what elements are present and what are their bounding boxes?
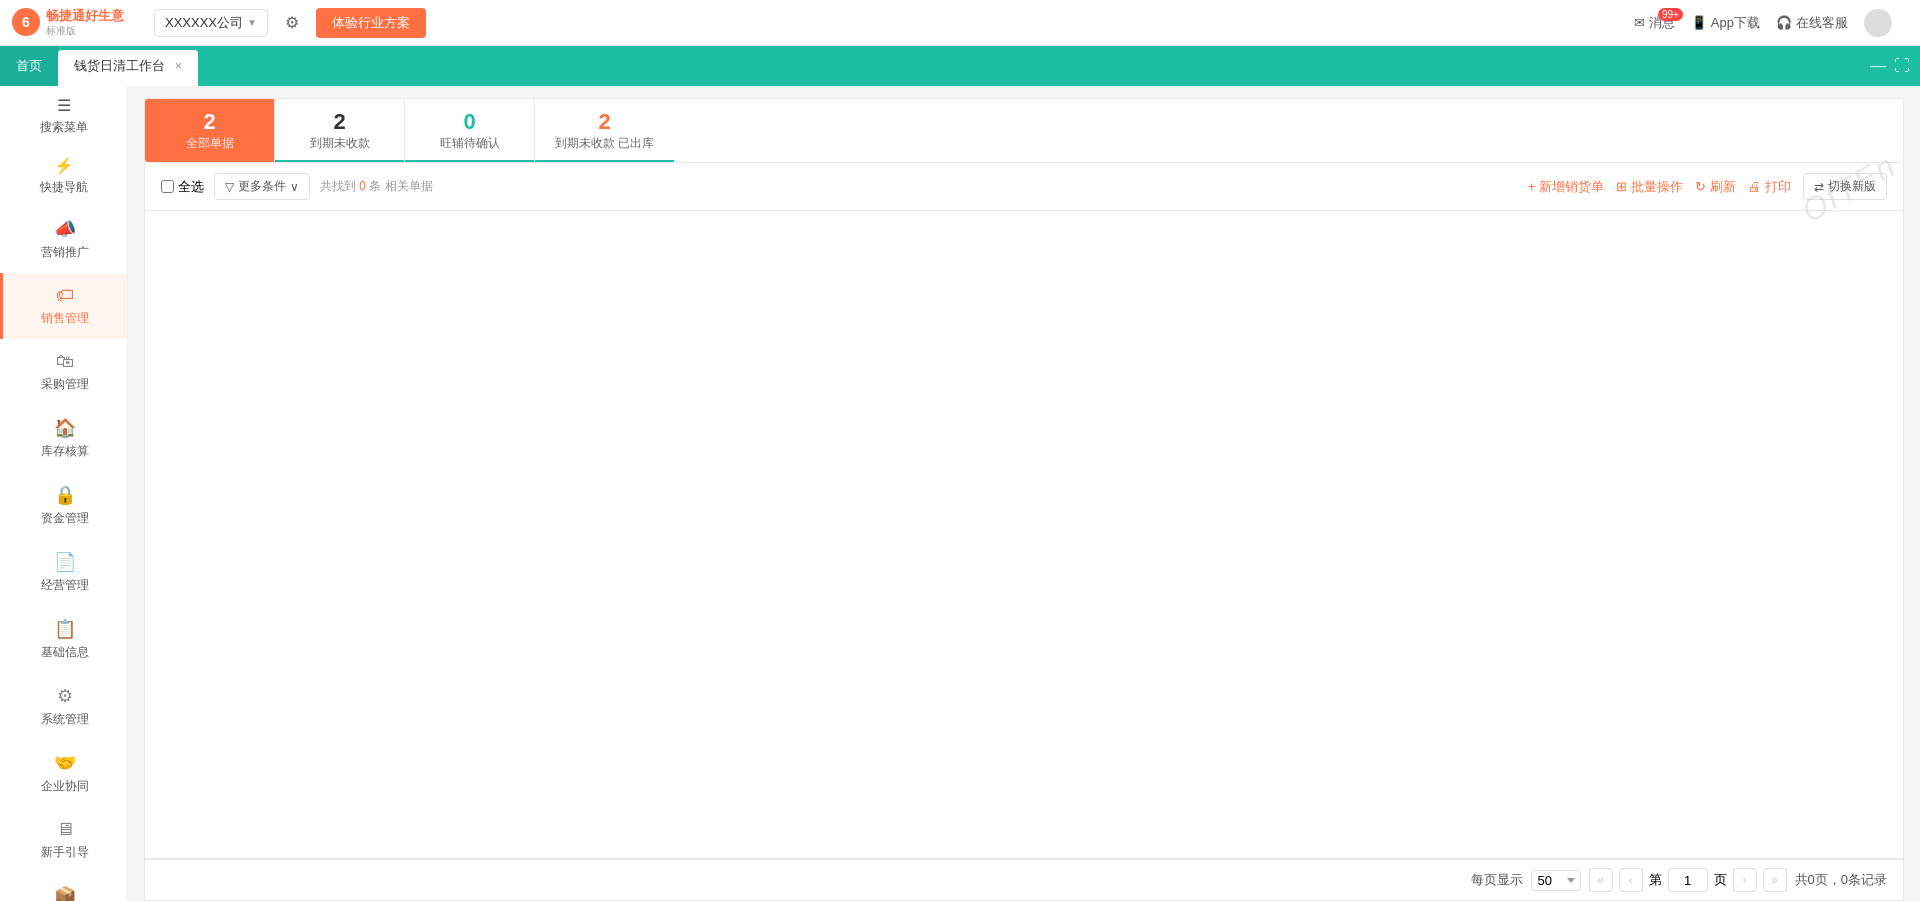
sidebar-item-inventory[interactable]: 🏠 库存核算 <box>0 405 127 472</box>
sidebar-item-basic[interactable]: 📋 基础信息 <box>0 606 127 673</box>
stat-tab-out[interactable]: 2 到期未收款 已出库 <box>535 99 674 162</box>
header-right: ✉ 消息 99+ 📱 App下载 🎧 在线客服 <box>1634 9 1908 37</box>
message-badge: 99+ <box>1658 8 1683 21</box>
service-icon: 🎧 <box>1776 15 1792 30</box>
top-header: 6 畅捷通好生意 标准版 XXXXXX公司 ▼ ⚙ 体验行业方案 ✉ 消息 99… <box>0 0 1920 46</box>
table-area: OfTEn <box>144 211 1904 859</box>
tab-bar-actions: — ⛶ <box>1870 46 1920 86</box>
refresh-icon: ↻ <box>1695 179 1706 194</box>
first-page-button[interactable]: « <box>1589 868 1613 892</box>
download-icon: 📱 <box>1691 15 1707 30</box>
tab-expand-icon[interactable]: ⛶ <box>1894 57 1910 75</box>
stat-tab-pending[interactable]: 0 旺辅待确认 <box>405 99 535 162</box>
sidebar: ☰ 搜索菜单 ⚡ 快捷导航 📣 营销推广 🏷 销售管理 🛍 采购管理 🏠 库存核… <box>0 86 128 901</box>
tab-minimize-icon[interactable]: — <box>1870 57 1886 75</box>
print-icon: 🖨 <box>1748 179 1761 194</box>
finance-icon: 🔒 <box>54 484 76 506</box>
chevron-down-icon: ▼ <box>247 17 257 28</box>
tab-home-label: 首页 <box>16 57 42 75</box>
stat-tab-overdue[interactable]: 2 到期未收款 <box>275 99 405 162</box>
sidebar-item-enterprise[interactable]: 🤝 企业协同 <box>0 740 127 807</box>
sidebar-item-marketing[interactable]: 📣 营销推广 <box>0 206 127 273</box>
last-page-button[interactable]: » <box>1763 868 1787 892</box>
operations-icon: 📄 <box>54 551 76 573</box>
sidebar-item-purchase[interactable]: 🛍 采购管理 <box>0 339 127 405</box>
sidebar-item-finance[interactable]: 🔒 资金管理 <box>0 472 127 539</box>
toolbar: 全选 ▽ 更多条件 ∨ 共找到 0 条 相关单据 + 新增销货单 ⊞ 批量操作 <box>144 163 1904 211</box>
sales-icon: 🏷 <box>56 285 74 306</box>
stats-tabs: 2 全部单据 2 到期未收款 0 旺辅待确认 2 到期未收款 已出库 <box>144 98 1904 163</box>
tab-cashflow[interactable]: 钱货日清工作台 × <box>58 50 198 86</box>
batch-operation-button[interactable]: ⊞ 批量操作 <box>1616 178 1683 196</box>
marketing-icon: 📣 <box>54 218 76 240</box>
header-left: 6 畅捷通好生意 标准版 XXXXXX公司 ▼ ⚙ 体验行业方案 <box>12 8 426 38</box>
total-info: 共0页，0条记录 <box>1795 871 1887 889</box>
select-all-checkbox[interactable]: 全选 <box>161 178 204 196</box>
tab-bar: 首页 钱货日清工作台 × — ⛶ <box>0 46 1920 86</box>
filter-icon: ▽ <box>225 180 234 194</box>
app-download-button[interactable]: 📱 App下载 <box>1691 14 1760 32</box>
prev-page-button[interactable]: ‹ <box>1619 868 1643 892</box>
page-size-select[interactable]: 20 50 100 <box>1531 870 1581 891</box>
logo-text: 畅捷通好生意 标准版 <box>46 8 124 38</box>
batch-icon: ⊞ <box>1616 179 1627 194</box>
refresh-button[interactable]: ↻ 刷新 <box>1695 178 1736 196</box>
sidebar-item-appstore[interactable]: 📦 应用中心 <box>0 873 127 901</box>
toolbar-right: + 新增销货单 ⊞ 批量操作 ↻ 刷新 🖨 打印 ⇄ 切换新版 <box>1528 173 1887 200</box>
sidebar-item-guide[interactable]: 🖥 新手引导 <box>0 807 127 873</box>
guide-icon: 🖥 <box>56 819 74 840</box>
message-button[interactable]: ✉ 消息 99+ <box>1634 14 1675 32</box>
logo-icon: 6 <box>12 8 40 36</box>
sidebar-item-operations[interactable]: 📄 经营管理 <box>0 539 127 606</box>
filter-button[interactable]: ▽ 更多条件 ∨ <box>214 173 310 200</box>
switch-version-button[interactable]: ⇄ 切换新版 <box>1803 173 1887 200</box>
pagination: 每页显示 20 50 100 « ‹ 第 页 › » 共0页，0条记录 <box>144 859 1904 901</box>
page-input[interactable] <box>1668 868 1708 892</box>
stat-tab-all[interactable]: 2 全部单据 <box>145 99 275 162</box>
sidebar-item-sales[interactable]: 🏷 销售管理 <box>0 273 127 339</box>
add-sale-button[interactable]: + 新增销货单 <box>1528 178 1604 196</box>
tab-home[interactable]: 首页 <box>0 46 58 86</box>
chevron-down-icon: ∨ <box>290 180 299 194</box>
quicknav-icon: ⚡ <box>54 156 74 175</box>
main-layout: ☰ 搜索菜单 ⚡ 快捷导航 📣 营销推广 🏷 销售管理 🛍 采购管理 🏠 库存核… <box>0 86 1920 901</box>
search-icon: ☰ <box>57 96 71 115</box>
purchase-icon: 🛍 <box>56 351 74 372</box>
message-icon: ✉ <box>1634 15 1645 30</box>
basic-icon: 📋 <box>54 618 76 640</box>
inventory-icon: 🏠 <box>54 417 76 439</box>
appstore-icon: 📦 <box>54 885 76 901</box>
found-info: 共找到 0 条 相关单据 <box>320 178 433 195</box>
select-all-input[interactable] <box>161 180 174 193</box>
system-icon: ⚙ <box>57 685 73 707</box>
content-area: 2 全部单据 2 到期未收款 0 旺辅待确认 2 到期未收款 已出库 <box>128 86 1920 901</box>
page-navigation: « ‹ 第 页 › » <box>1589 868 1787 892</box>
settings-button[interactable]: ⚙ <box>278 9 306 37</box>
print-button[interactable]: 🖨 打印 <box>1748 178 1791 196</box>
sidebar-search[interactable]: ☰ 搜索菜单 <box>0 86 127 146</box>
logo-area: 6 畅捷通好生意 标准版 <box>12 8 124 38</box>
switch-icon: ⇄ <box>1814 180 1824 194</box>
sidebar-item-system[interactable]: ⚙ 系统管理 <box>0 673 127 740</box>
watermark: OfTEn <box>1795 211 1902 230</box>
tab-close-icon[interactable]: × <box>175 59 182 73</box>
experience-button[interactable]: 体验行业方案 <box>316 8 426 38</box>
tab-cashflow-label: 钱货日清工作台 <box>74 57 165 75</box>
company-selector[interactable]: XXXXXX公司 ▼ <box>154 9 268 37</box>
sidebar-quicknav[interactable]: ⚡ 快捷导航 <box>0 146 127 206</box>
enterprise-icon: 🤝 <box>54 752 76 774</box>
online-service-button[interactable]: 🎧 在线客服 <box>1776 14 1848 32</box>
next-page-button[interactable]: › <box>1733 868 1757 892</box>
avatar[interactable] <box>1864 9 1892 37</box>
